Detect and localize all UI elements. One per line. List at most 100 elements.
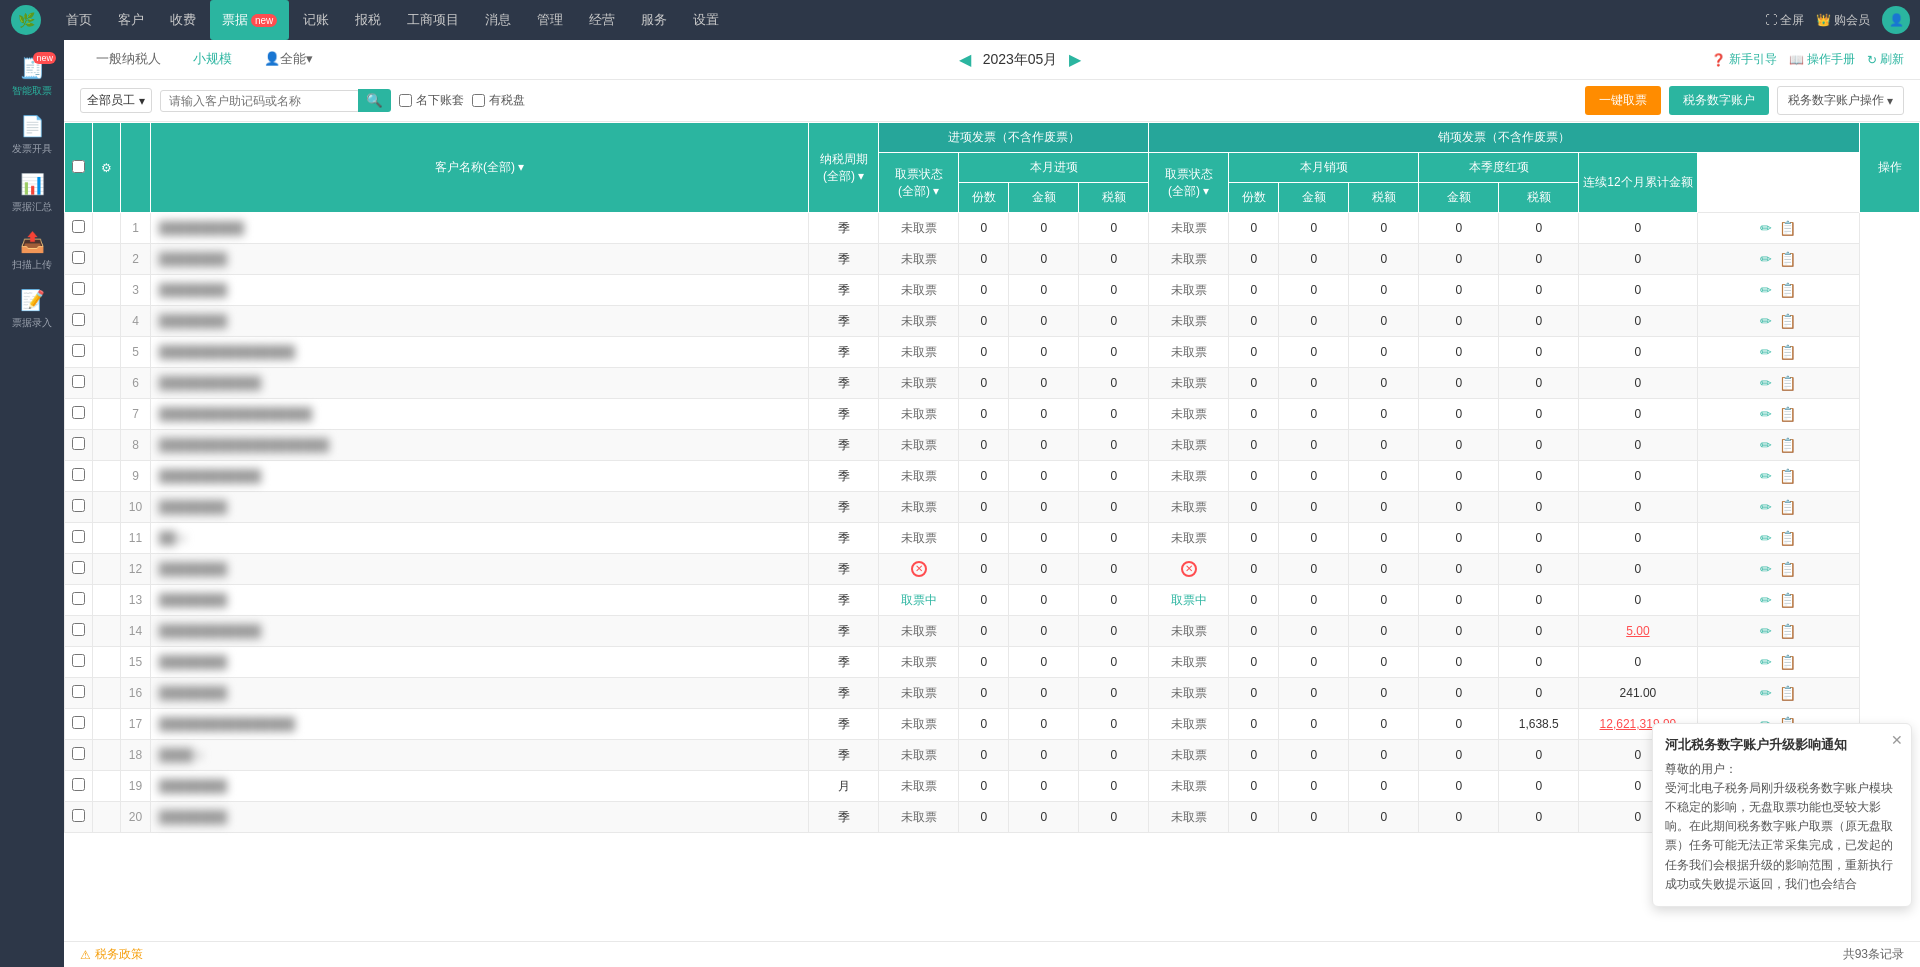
refresh-btn[interactable]: ↻ 刷新 [1867,51,1904,68]
one-key-btn[interactable]: 一键取票 [1585,86,1661,115]
edit-btn[interactable]: ✏ [1758,404,1774,424]
td-checkbox[interactable] [65,368,93,399]
td-checkbox[interactable] [65,740,93,771]
td-checkbox[interactable] [65,306,93,337]
td-checkbox[interactable] [65,492,93,523]
copy-btn[interactable]: 📋 [1777,280,1798,300]
nav-settings[interactable]: 设置 [681,0,731,40]
td-checkbox[interactable] [65,430,93,461]
nav-bookkeeping[interactable]: 记账 [291,0,341,40]
nav-tax[interactable]: 报税 [343,0,393,40]
copy-btn[interactable]: 📋 [1777,683,1798,703]
edit-btn[interactable]: ✏ [1758,683,1774,703]
nav-invoice[interactable]: 票据 new [210,0,289,40]
td-checkbox[interactable] [65,585,93,616]
td-checkbox[interactable] [65,213,93,244]
sidebar-item-invoice-open[interactable]: 📄 发票开具 [0,106,64,164]
nav-business[interactable]: 工商项目 [395,0,471,40]
sidebar-item-summary[interactable]: 📊 票据汇总 [0,164,64,222]
row-checkbox[interactable] [72,406,85,419]
row-checkbox[interactable] [72,375,85,388]
row-checkbox[interactable] [72,437,85,450]
edit-btn[interactable]: ✏ [1758,373,1774,393]
td-checkbox[interactable] [65,461,93,492]
row-checkbox[interactable] [72,592,85,605]
nav-customer[interactable]: 客户 [106,0,156,40]
search-button[interactable]: 🔍 [358,89,391,112]
search-input[interactable] [160,90,360,112]
select-all-checkbox[interactable] [72,160,85,173]
edit-btn[interactable]: ✏ [1758,528,1774,548]
nav-message[interactable]: 消息 [473,0,523,40]
tax-policy-label[interactable]: 税务政策 [95,946,143,963]
td-checkbox[interactable] [65,709,93,740]
edit-btn[interactable]: ✏ [1758,621,1774,641]
edit-btn[interactable]: ✏ [1758,497,1774,517]
copy-btn[interactable]: 📋 [1777,559,1798,579]
employee-filter[interactable]: 全部员工 ▾ [80,88,152,113]
tab-general[interactable]: 一般纳税人 [80,40,177,82]
td-checkbox[interactable] [65,647,93,678]
edit-btn[interactable]: ✏ [1758,249,1774,269]
tab-all[interactable]: 👤 全能 ▾ [248,40,329,82]
avatar[interactable]: 👤 [1882,6,1910,34]
edit-btn[interactable]: ✏ [1758,280,1774,300]
date-prev-btn[interactable]: ◀ [959,50,971,69]
row-checkbox[interactable] [72,344,85,357]
row-checkbox[interactable] [72,809,85,822]
copy-btn[interactable]: 📋 [1777,621,1798,641]
copy-btn[interactable]: 📋 [1777,218,1798,238]
copy-btn[interactable]: 📋 [1777,373,1798,393]
my-accounts-checkbox[interactable]: 名下账套 [399,92,464,109]
row-checkbox[interactable] [72,561,85,574]
row-checkbox[interactable] [72,499,85,512]
edit-btn[interactable]: ✏ [1758,466,1774,486]
edit-btn[interactable]: ✏ [1758,311,1774,331]
nav-operation[interactable]: 经营 [577,0,627,40]
copy-btn[interactable]: 📋 [1777,311,1798,331]
td-checkbox[interactable] [65,771,93,802]
row-checkbox[interactable] [72,778,85,791]
row-checkbox[interactable] [72,623,85,636]
tab-small[interactable]: 小规模 [177,40,248,82]
td-checkbox[interactable] [65,523,93,554]
copy-btn[interactable]: 📋 [1777,497,1798,517]
row-checkbox[interactable] [72,530,85,543]
edit-btn[interactable]: ✏ [1758,559,1774,579]
row-checkbox[interactable] [72,654,85,667]
copy-btn[interactable]: 📋 [1777,466,1798,486]
date-next-btn[interactable]: ▶ [1069,50,1081,69]
nav-service[interactable]: 服务 [629,0,679,40]
td-checkbox[interactable] [65,244,93,275]
digital-account-btn[interactable]: 税务数字账户 [1669,86,1769,115]
sidebar-item-smart-ticket[interactable]: 🧾 智能取票 new [0,48,64,106]
nav-home[interactable]: 首页 [54,0,104,40]
nav-manage[interactable]: 管理 [525,0,575,40]
digital-ops-btn[interactable]: 税务数字账户操作 ▾ [1777,86,1904,115]
row-checkbox[interactable] [72,313,85,326]
row-checkbox[interactable] [72,251,85,264]
copy-btn[interactable]: 📋 [1777,404,1798,424]
row-checkbox[interactable] [72,468,85,481]
edit-btn[interactable]: ✏ [1758,652,1774,672]
sidebar-item-entry[interactable]: 📝 票据录入 [0,280,64,338]
member-btn[interactable]: 👑 购会员 [1816,12,1870,29]
manual-btn[interactable]: 📖 操作手册 [1789,51,1855,68]
copy-btn[interactable]: 📋 [1777,528,1798,548]
td-checkbox[interactable] [65,554,93,585]
copy-btn[interactable]: 📋 [1777,590,1798,610]
td-checkbox[interactable] [65,616,93,647]
td-checkbox[interactable] [65,275,93,306]
copy-btn[interactable]: 📋 [1777,435,1798,455]
edit-btn[interactable]: ✏ [1758,435,1774,455]
row-checkbox[interactable] [72,747,85,760]
new-guide-btn[interactable]: ❓ 新手引导 [1711,51,1777,68]
fullscreen-btn[interactable]: ⛶ 全屏 [1765,12,1804,29]
row-checkbox[interactable] [72,220,85,233]
sidebar-item-scan[interactable]: 📤 扫描上传 [0,222,64,280]
edit-btn[interactable]: ✏ [1758,218,1774,238]
td-checkbox[interactable] [65,399,93,430]
row-checkbox[interactable] [72,282,85,295]
edit-btn[interactable]: ✏ [1758,590,1774,610]
copy-btn[interactable]: 📋 [1777,342,1798,362]
